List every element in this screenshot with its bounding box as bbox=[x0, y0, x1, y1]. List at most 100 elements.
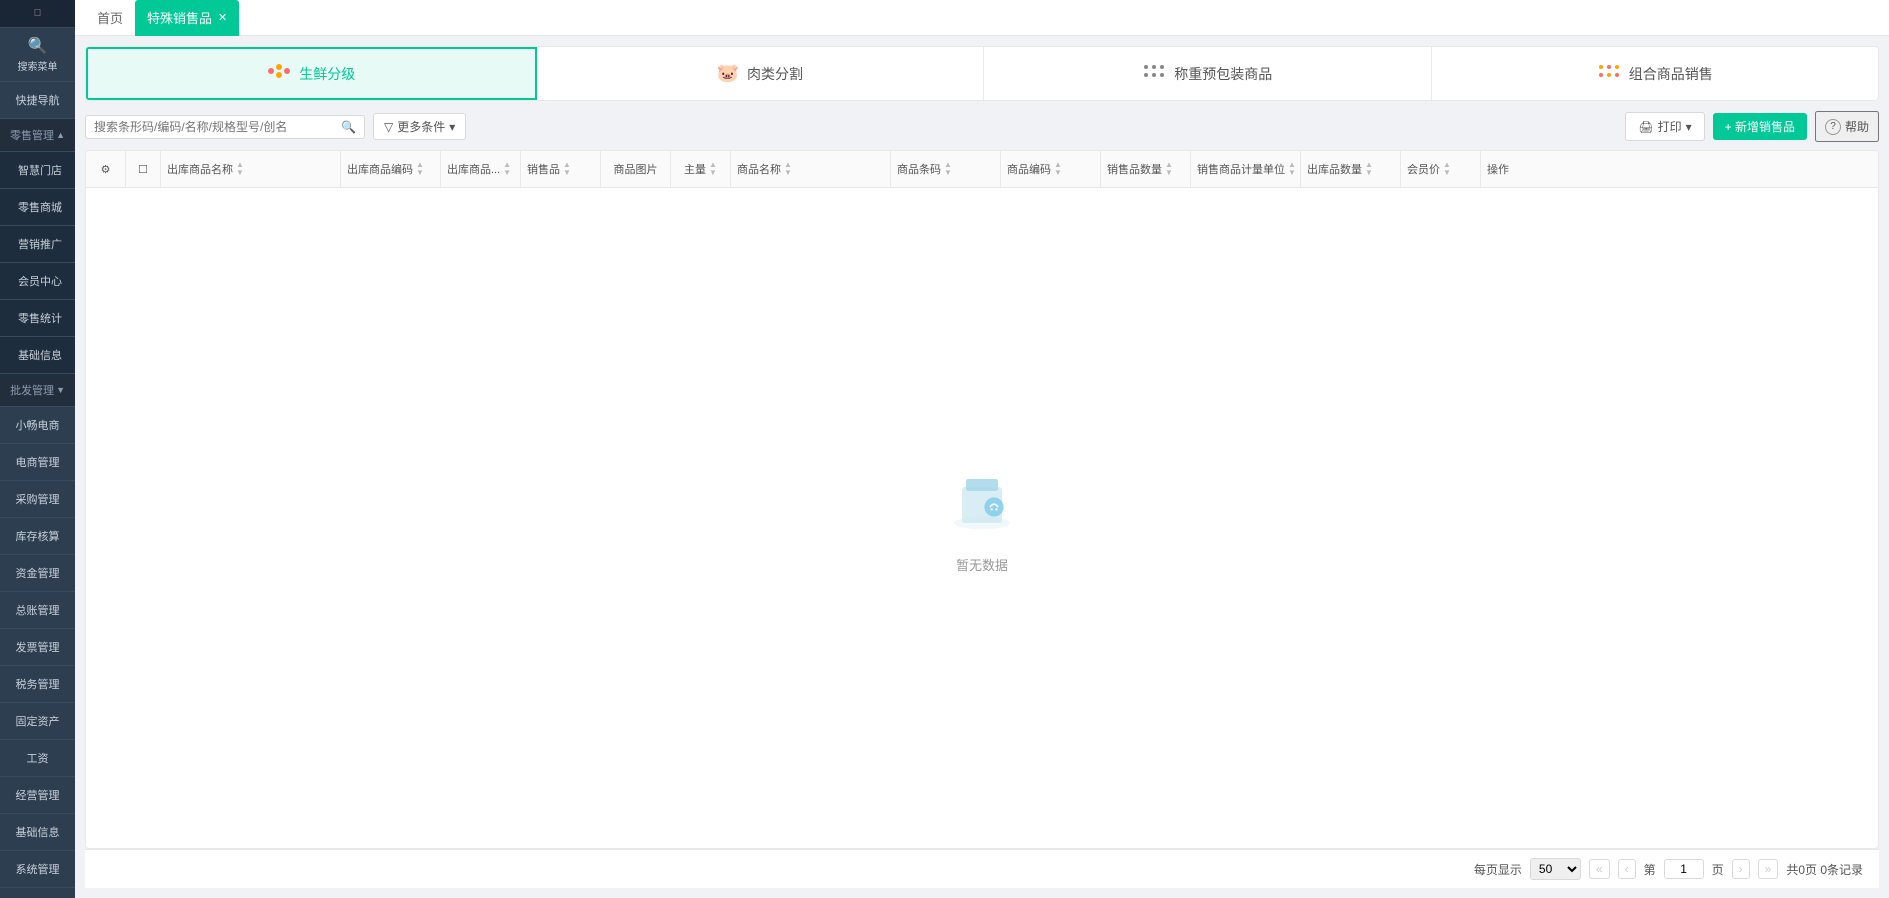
th-sales-qty-label: 销售品数量 bbox=[1107, 161, 1162, 177]
logo-text:  bbox=[34, 8, 42, 19]
sidebar-item-member-center[interactable]: 会员中心 bbox=[0, 263, 75, 300]
checkbox-icon[interactable]: ☐ bbox=[138, 163, 148, 176]
sidebar-item-label: 库存核算 bbox=[5, 528, 70, 544]
sidebar-item-retail-mall[interactable]: 零售商城 bbox=[0, 189, 75, 226]
th-unit-label: 销售商品计量单位 bbox=[1197, 161, 1285, 177]
th-out-spec-label: 出库商品... bbox=[447, 161, 500, 177]
sort-arrows-out-code[interactable]: ▲▼ bbox=[416, 161, 424, 177]
page-prev-button[interactable]: ‹ bbox=[1618, 859, 1636, 879]
th-goods-code-label: 商品编码 bbox=[1007, 161, 1051, 177]
toolbar-right: 🖨 打印 ▾ + 新增销售品 ? 帮助 bbox=[1625, 111, 1879, 142]
sidebar-item-label: 采购管理 bbox=[5, 491, 70, 507]
page-first-button[interactable]: « bbox=[1589, 859, 1610, 879]
sidebar-item-smart-store[interactable]: 智慧门店 bbox=[0, 152, 75, 189]
th-goods-name: 商品名称 ▲▼ bbox=[731, 151, 891, 187]
th-sales-goods: 销售品 ▲▼ bbox=[521, 151, 601, 187]
sidebar-item-general-ledger[interactable]: 总账管理 bbox=[0, 592, 75, 629]
sidebar-item-payroll[interactable]: 工资 bbox=[0, 740, 75, 777]
sidebar-item-tax-mgmt[interactable]: 税务管理 bbox=[0, 666, 75, 703]
th-out-name-label: 出库商品名称 bbox=[167, 161, 233, 177]
filter-icon: ▽ bbox=[384, 120, 393, 134]
sort-arrows-unit[interactable]: ▲▼ bbox=[1288, 161, 1296, 177]
sidebar-item-inventory[interactable]: 库存核算 bbox=[0, 518, 75, 555]
add-sales-button[interactable]: + 新增销售品 bbox=[1713, 113, 1807, 140]
empty-icon bbox=[942, 463, 1022, 543]
cat-tab-combo-sales[interactable]: 组合商品销售 bbox=[1432, 47, 1879, 100]
expand-arrow-icon: ▲ bbox=[56, 130, 65, 140]
sort-arrows-out-qty[interactable]: ▲▼ bbox=[1365, 161, 1373, 177]
th-check[interactable]: ☐ bbox=[126, 151, 161, 187]
sidebar:  🔍 搜索菜单 快捷导航 零售管理 ▲ 智慧门店 零售商城 营销推广 会员中心… bbox=[0, 0, 75, 898]
sidebar-item-label: 批发管理 bbox=[10, 382, 54, 398]
sort-arrows-goods-code[interactable]: ▲▼ bbox=[1054, 161, 1062, 177]
sort-arrows-out-spec[interactable]: ▲▼ bbox=[503, 161, 511, 177]
search-input[interactable] bbox=[94, 120, 341, 134]
sidebar-item-biz-mgmt[interactable]: 经营管理 bbox=[0, 777, 75, 814]
page-next-button[interactable]: › bbox=[1732, 859, 1750, 879]
page-number-input[interactable] bbox=[1664, 859, 1704, 879]
th-main-measure-label: 主量 bbox=[684, 161, 706, 177]
sidebar-item-wholesale-mgmt[interactable]: 批发管理 ▼ bbox=[0, 374, 75, 407]
tab-close-icon[interactable]: ✕ bbox=[218, 11, 227, 24]
sidebar-item-label: 会员中心 bbox=[10, 273, 70, 289]
sidebar-item-label: 基础信息 bbox=[5, 824, 70, 840]
settings-gear-icon[interactable]: ⚙ bbox=[101, 163, 111, 176]
sidebar-item-company-agreement[interactable]: 企业协同 bbox=[0, 888, 75, 898]
page-unit: 页 bbox=[1712, 861, 1724, 878]
th-goods-code: 商品编码 ▲▼ bbox=[1001, 151, 1101, 187]
cat-tab-combo-sales-label: 组合商品销售 bbox=[1629, 64, 1713, 84]
search-icon[interactable]: 🔍 bbox=[341, 120, 356, 134]
cat-tab-fresh-grade[interactable]: 生鲜分级 bbox=[86, 47, 537, 100]
sidebar-item-fixed-assets[interactable]: 固定资产 bbox=[0, 703, 75, 740]
th-main-measure: 主量 ▲▼ bbox=[671, 151, 731, 187]
page-container: 生鲜分级 🐷 肉类分割 称重预包装商品 bbox=[75, 36, 1889, 898]
help-button[interactable]: ? 帮助 bbox=[1815, 111, 1879, 142]
sidebar-item-label: 零售统计 bbox=[10, 310, 70, 326]
category-tabs: 生鲜分级 🐷 肉类分割 称重预包装商品 bbox=[85, 46, 1879, 101]
sidebar-item-retail-mgmt[interactable]: 零售管理 ▲ bbox=[0, 119, 75, 152]
sort-arrows-sales-qty[interactable]: ▲▼ bbox=[1165, 161, 1173, 177]
th-goods-img-label: 商品图片 bbox=[614, 161, 658, 177]
cat-tab-fresh-grade-label: 生鲜分级 bbox=[299, 64, 355, 84]
tab-home[interactable]: 首页 bbox=[85, 0, 135, 36]
print-arrow-icon: ▾ bbox=[1686, 120, 1692, 134]
cat-tab-weight-prepack-label: 称重预包装商品 bbox=[1174, 64, 1272, 84]
sidebar-item-label: 工资 bbox=[5, 750, 70, 766]
tab-special-sales[interactable]: 特殊销售品 ✕ bbox=[135, 0, 239, 36]
page-size-select[interactable]: 10 20 50 100 bbox=[1530, 858, 1581, 880]
sort-arrows-main-measure[interactable]: ▲▼ bbox=[709, 161, 717, 177]
sort-arrows-goods-name[interactable]: ▲▼ bbox=[784, 161, 792, 177]
sidebar-item-label: 零售商城 bbox=[10, 199, 70, 215]
th-settings[interactable]: ⚙ bbox=[86, 151, 126, 187]
sidebar-item-basic-info2[interactable]: 基础信息 bbox=[0, 814, 75, 851]
sidebar-item-mini-ecommerce[interactable]: 小畅电商 bbox=[0, 407, 75, 444]
sidebar-item-sales-promo[interactable]: 营销推广 bbox=[0, 226, 75, 263]
sidebar-item-finance[interactable]: 资金管理 bbox=[0, 555, 75, 592]
sidebar-item-retail-stats[interactable]: 零售统计 bbox=[0, 300, 75, 337]
main-content: 首页 特殊销售品 ✕ 生鲜分级 bbox=[75, 0, 1889, 898]
sort-arrows-member-price[interactable]: ▲▼ bbox=[1443, 161, 1451, 177]
sidebar-search[interactable]: 🔍 搜索菜单 bbox=[0, 28, 75, 82]
th-barcode-label: 商品条码 bbox=[897, 161, 941, 177]
sidebar-search-label[interactable]: 搜索菜单 bbox=[5, 58, 70, 73]
sidebar-item-label: 零售管理 bbox=[10, 127, 54, 143]
print-button[interactable]: 🖨 打印 ▾ bbox=[1625, 112, 1704, 141]
sort-arrows-sales-goods[interactable]: ▲▼ bbox=[563, 161, 571, 177]
sidebar-item-quick-nav[interactable]: 快捷导航 bbox=[0, 82, 75, 119]
sidebar-item-basic-info[interactable]: 基础信息 bbox=[0, 337, 75, 374]
cat-tab-meat-cut[interactable]: 🐷 肉类分割 bbox=[537, 47, 985, 100]
sort-arrows-out-name[interactable]: ▲▼ bbox=[236, 161, 244, 177]
weight-prepack-icon bbox=[1142, 61, 1166, 86]
sidebar-item-invoice-mgmt[interactable]: 发票管理 bbox=[0, 629, 75, 666]
sidebar-item-ecommerce-mgmt[interactable]: 电商管理 bbox=[0, 444, 75, 481]
filter-button[interactable]: ▽ 更多条件 ▾ bbox=[373, 113, 466, 140]
sort-arrows-barcode[interactable]: ▲▼ bbox=[944, 161, 952, 177]
sidebar-item-system-mgmt[interactable]: 系统管理 bbox=[0, 851, 75, 888]
print-icon: 🖨 bbox=[1638, 120, 1653, 134]
sidebar-item-purchase-mgmt[interactable]: 采购管理 bbox=[0, 481, 75, 518]
cat-tab-weight-prepack[interactable]: 称重预包装商品 bbox=[984, 47, 1432, 100]
sidebar-item-label: 智慧门店 bbox=[10, 162, 70, 178]
add-label: + 新增销售品 bbox=[1725, 118, 1795, 135]
page-last-button[interactable]: » bbox=[1758, 859, 1779, 879]
sidebar-item-label: 发票管理 bbox=[5, 639, 70, 655]
